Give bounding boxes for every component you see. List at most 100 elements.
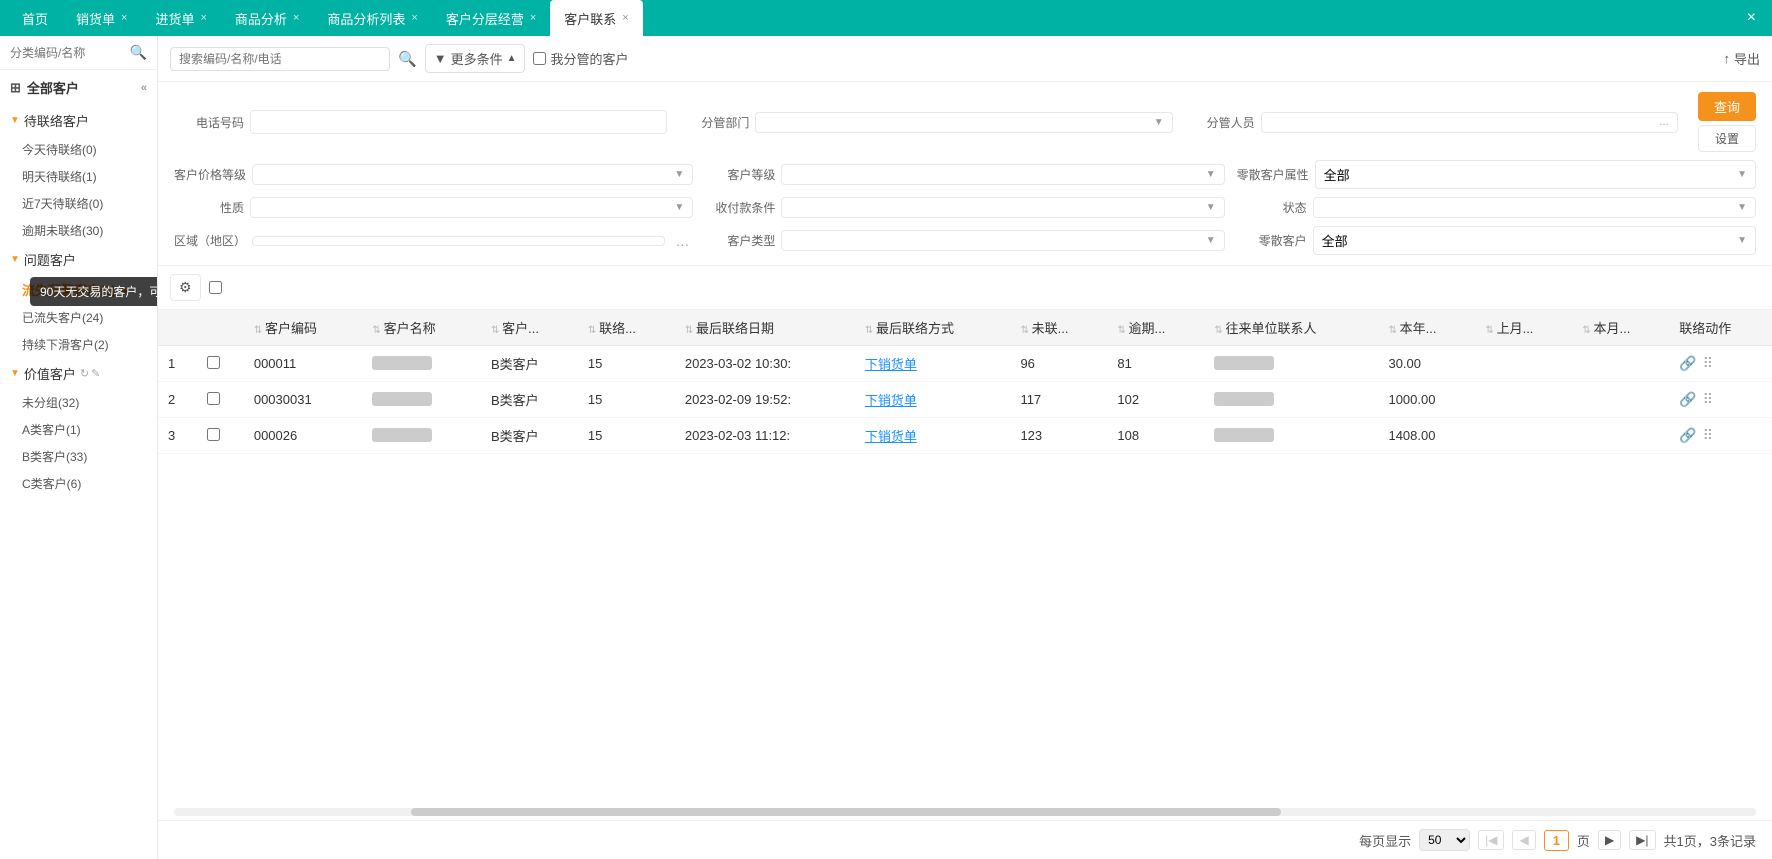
per-page-select[interactable]: 50 20 100 (1419, 829, 1470, 851)
col-last-contact-date[interactable]: ⇅ 最后联络日期 (675, 310, 855, 346)
sidebar-item-tomorrow-contact[interactable]: 明天待联络(1) (0, 163, 157, 190)
tab-product-analysis-list[interactable]: 商品分析列表 × (313, 0, 431, 36)
zero-customer-select[interactable]: 全部 ▼ (1313, 226, 1756, 255)
settings-button[interactable]: 设置 (1698, 125, 1756, 152)
pagination-bar: 每页显示 50 20 100 |◀ ◀ 1 页 ▶ ▶| 共1页，3条记录 (158, 820, 1772, 859)
export-button[interactable]: ↑ 导出 (1723, 49, 1760, 68)
sidebar-collapse-icon: « (141, 82, 147, 94)
sidebar-section-problem-customers[interactable]: ▼ 问题客户 (0, 244, 157, 275)
table-settings-icon-btn[interactable]: ⚙ (170, 274, 201, 301)
my-customers-checkbox-label[interactable]: 我分管的客户 (533, 49, 628, 68)
sidebar-search-bar[interactable]: 🔍 (0, 36, 157, 70)
tab-purchase-order[interactable]: 进货单 × (141, 0, 220, 36)
row-checkbox[interactable] (197, 418, 244, 454)
col-code[interactable]: ⇅ 客户编码 (244, 310, 363, 346)
tab-close-customer-contact[interactable]: × (622, 12, 628, 24)
sidebar-item-7days-contact[interactable]: 近7天待联络(0) (0, 190, 157, 217)
sidebar-section-pending-contact[interactable]: ▼ 待联络客户 (0, 105, 157, 136)
grid-action-icon[interactable]: ⠿ (1703, 355, 1713, 372)
grid-action-icon[interactable]: ⠿ (1703, 391, 1713, 408)
sidebar-item-overdue-contact[interactable]: 逾期未联络(30) (0, 217, 157, 244)
more-conditions-button[interactable]: ▼ 更多条件 ▲ (425, 44, 526, 73)
customer-level-chevron: ▼ (1206, 169, 1216, 180)
arrow-icon-2: ▼ (10, 254, 20, 265)
row-last-method[interactable]: 下销货单 (855, 382, 1011, 418)
row-name (362, 346, 481, 382)
row-checkbox[interactable] (197, 346, 244, 382)
first-page-btn[interactable]: |◀ (1478, 830, 1504, 850)
col-this-month[interactable]: ⇅ 本月... (1572, 310, 1669, 346)
col-unlisted[interactable]: ⇅ 未联... (1010, 310, 1107, 346)
last-page-btn[interactable]: ▶| (1629, 830, 1655, 850)
horizontal-scrollbar[interactable] (174, 808, 1756, 816)
sidebar-item-churned[interactable]: 已流失客户(24) (0, 304, 157, 331)
prev-page-btn[interactable]: ◀ (1512, 830, 1535, 850)
phone-input[interactable] (250, 110, 667, 134)
col-name[interactable]: ⇅ 客户名称 (362, 310, 481, 346)
link-icon[interactable]: 🔗 (1679, 427, 1696, 444)
col-type[interactable]: ⇅ 客户... (481, 310, 578, 346)
tab-close-purchase-order[interactable]: × (200, 12, 206, 24)
select-all-checkbox[interactable] (209, 281, 222, 294)
sort-icon-tm: ⇅ (1582, 325, 1593, 336)
grid-action-icon[interactable]: ⠿ (1703, 427, 1713, 444)
sidebar-item-ungrouped[interactable]: 未分组(32) (0, 389, 157, 416)
sidebar-item-class-c[interactable]: C类客户(6) (0, 470, 157, 497)
region-dots[interactable]: … (671, 233, 693, 249)
my-customers-checkbox[interactable] (533, 52, 546, 65)
col-last-month[interactable]: ⇅ 上月... (1475, 310, 1572, 346)
refresh-icon[interactable]: ↻ (80, 367, 89, 380)
row-last-method[interactable]: 下销货单 (855, 346, 1011, 382)
tab-product-analysis[interactable]: 商品分析 × (221, 0, 313, 36)
sort-icon-od: ⇅ (1117, 325, 1128, 336)
sidebar-all-customers[interactable]: ⊞ 全部客户 « (0, 70, 157, 105)
col-last-contact-method[interactable]: ⇅ 最后联络方式 (855, 310, 1011, 346)
nature-select[interactable]: ▼ (250, 197, 693, 218)
scrollbar-thumb[interactable] (411, 808, 1281, 816)
sidebar-item-today-contact[interactable]: 今天待联络(0) (0, 136, 157, 163)
customer-level-select[interactable]: ▼ (781, 164, 1224, 185)
tab-close-product-analysis[interactable]: × (293, 12, 299, 24)
sidebar-item-churn-warning[interactable]: 流失预警客户(3) ● (0, 275, 157, 304)
sidebar-item-class-a[interactable]: A类客户(1) (0, 416, 157, 443)
tab-customer-layered[interactable]: 客户分层经营 × (432, 0, 550, 36)
query-button[interactable]: 查询 (1698, 92, 1756, 121)
edit-icon[interactable]: ✎ (91, 367, 100, 380)
tab-close-sales-order[interactable]: × (121, 12, 127, 24)
col-contact[interactable]: ⇅ 联络... (578, 310, 675, 346)
tab-close-customer-layered[interactable]: × (530, 12, 536, 24)
tab-sales-order[interactable]: 销货单 × (62, 0, 141, 36)
customer-type-select[interactable]: ▼ (781, 230, 1224, 251)
row-overdue: 108 (1107, 418, 1204, 454)
payment-select[interactable]: ▼ (781, 197, 1224, 218)
customer-type-label: 客户类型 (705, 232, 775, 249)
tab-home[interactable]: 首页 (8, 0, 62, 36)
dept-select[interactable]: ▼ (755, 112, 1172, 133)
search-input[interactable] (170, 47, 390, 71)
link-icon[interactable]: 🔗 (1679, 391, 1696, 408)
row-last-method[interactable]: 下销货单 (855, 418, 1011, 454)
sidebar-item-class-b[interactable]: B类客户(33) (0, 443, 157, 470)
total-label: 共1页，3条记录 (1664, 831, 1756, 850)
close-app-btn[interactable]: × (1739, 9, 1764, 27)
price-level-select[interactable]: ▼ (252, 164, 693, 185)
search-button[interactable]: 🔍 (398, 50, 417, 68)
tab-close-product-analysis-list[interactable]: × (411, 12, 417, 24)
zero-attr-select[interactable]: 全部 ▼ (1315, 160, 1756, 189)
row-type: B类客户 (481, 382, 578, 418)
status-select[interactable]: ▼ (1313, 197, 1756, 218)
sidebar-search-input[interactable] (10, 46, 126, 60)
col-overdue[interactable]: ⇅ 逾期... (1107, 310, 1204, 346)
row-checkbox[interactable] (197, 382, 244, 418)
staff-select[interactable]: … (1261, 112, 1678, 133)
next-page-btn[interactable]: ▶ (1598, 830, 1621, 850)
sidebar-item-declining[interactable]: 持续下滑客户(2) (0, 331, 157, 358)
table-row: 3 000026 B类客户 15 2023-02-03 11:12: 下销货单 … (158, 418, 1772, 454)
tab-customer-contact[interactable]: 客户联系 × (550, 0, 642, 36)
col-contact-person[interactable]: ⇅ 往来单位联系人 (1204, 310, 1378, 346)
sidebar-section-value-customers[interactable]: ▼ 价值客户 ↻ ✎ (0, 358, 157, 389)
col-this-year[interactable]: ⇅ 本年... (1378, 310, 1475, 346)
link-icon[interactable]: 🔗 (1679, 355, 1696, 372)
region-select[interactable] (252, 236, 665, 246)
row-actions: 🔗 ⠿ (1669, 418, 1772, 454)
